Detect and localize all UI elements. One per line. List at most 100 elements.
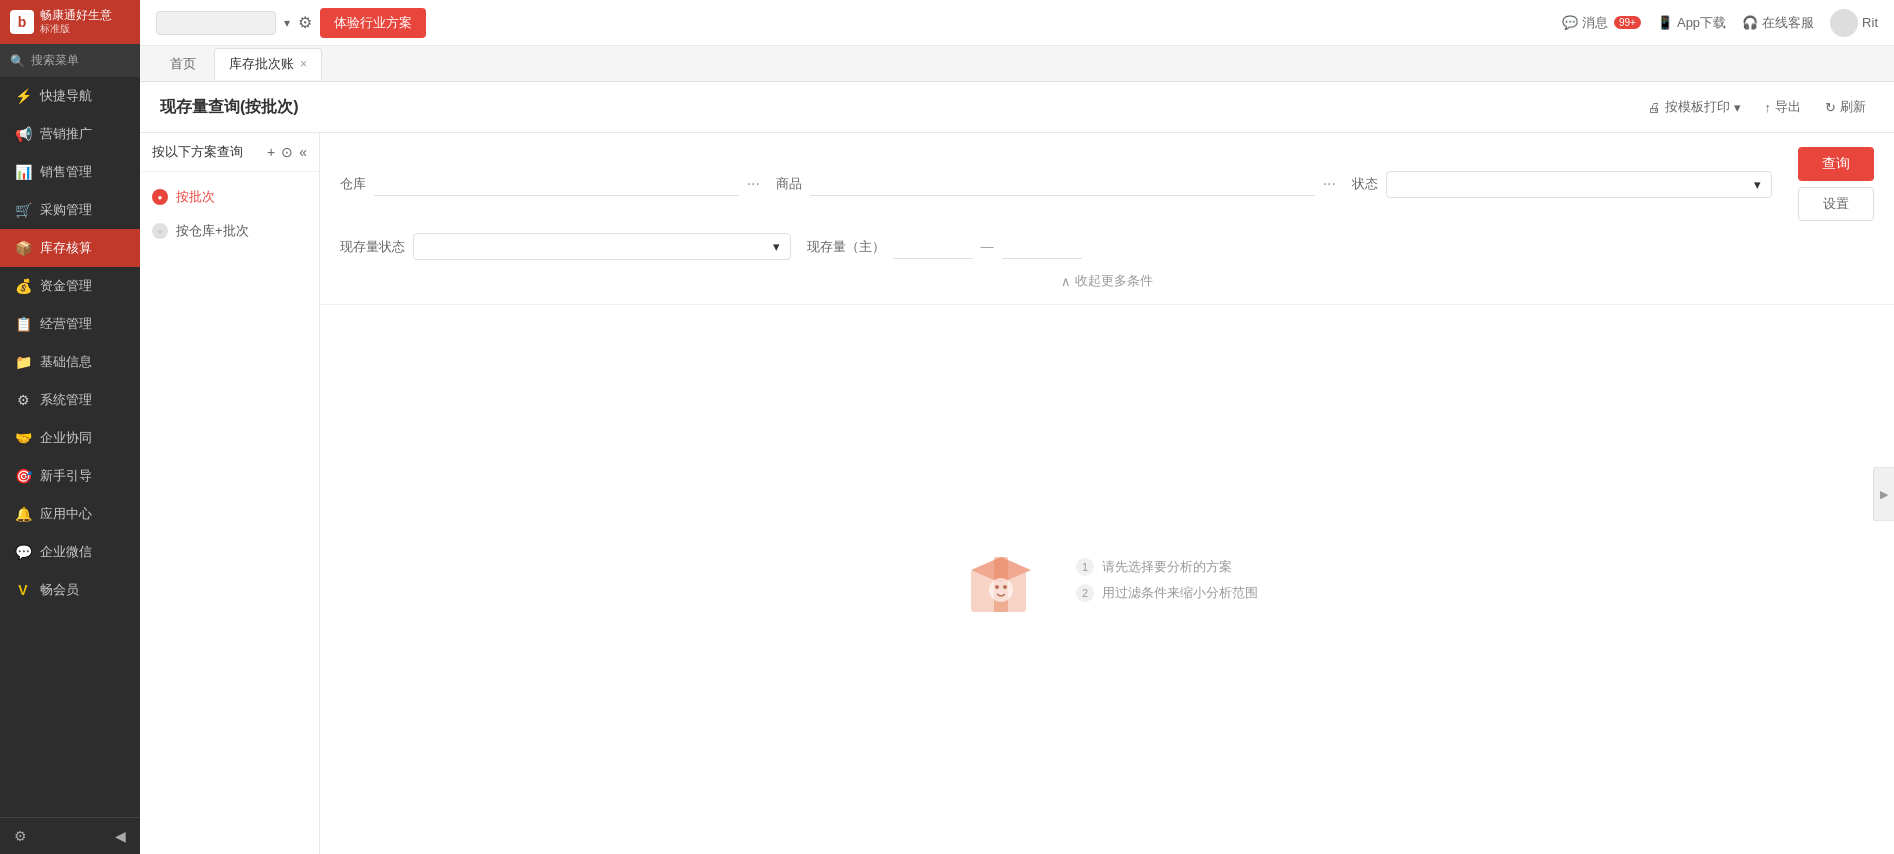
sidebar-edition: 标准版 <box>40 22 112 36</box>
page-header: 现存量查询(按批次) 🖨 按模板打印 ▾ ↑ 导出 ↻ 刷新 <box>140 82 1894 133</box>
topbar: ▾ ⚙ 体验行业方案 💬 消息 99+ 📱 App下载 🎧 在线客服 Rit <box>140 0 1894 46</box>
sidebar-item-label: 快捷导航 <box>40 87 92 105</box>
app-center-icon: 🔔 <box>14 505 32 523</box>
phone-icon: 📱 <box>1657 15 1673 30</box>
message-badge: 99+ <box>1614 16 1641 29</box>
schema-list: ● 按批次 ○ 按仓库+批次 <box>140 172 319 854</box>
product-dots[interactable]: ··· <box>1323 175 1336 193</box>
tab-home[interactable]: 首页 <box>156 49 210 79</box>
sidebar-item-sales[interactable]: 📊 销售管理 <box>0 153 140 191</box>
sidebar-item-basic-info[interactable]: 📁 基础信息 <box>0 343 140 381</box>
message-icon: 💬 <box>1562 15 1578 30</box>
topbar-gear-icon[interactable]: ⚙ <box>298 13 312 32</box>
status-filter-group: 状态 ▾ <box>1352 171 1772 198</box>
warehouse-input[interactable] <box>374 172 739 196</box>
avatar <box>1830 9 1858 37</box>
sidebar-footer: ⚙ ◀ <box>0 817 140 854</box>
settings-icon[interactable]: ⚙ <box>14 828 27 844</box>
user-item[interactable]: Rit <box>1830 9 1878 37</box>
topbar-right: 💬 消息 99+ 📱 App下载 🎧 在线客服 Rit <box>1562 9 1878 37</box>
schema-item-warehouse-batch[interactable]: ○ 按仓库+批次 <box>140 214 319 248</box>
app-download-item[interactable]: 📱 App下载 <box>1657 14 1726 32</box>
schema-item-label: 按批次 <box>176 188 215 206</box>
sidebar-item-newbie[interactable]: 🎯 新手引导 <box>0 457 140 495</box>
refresh-label: 刷新 <box>1840 98 1866 116</box>
left-panel-header: 按以下方案查询 + ⊙ « <box>140 133 319 172</box>
online-service-item[interactable]: 🎧 在线客服 <box>1742 14 1814 32</box>
add-schema-icon[interactable]: + <box>267 144 275 160</box>
export-button[interactable]: ↑ 导出 <box>1757 94 1810 120</box>
inventory-qty-from[interactable] <box>893 235 973 259</box>
inventory-qty-to[interactable] <box>1002 235 1082 259</box>
refresh-button[interactable]: ↻ 刷新 <box>1817 94 1874 120</box>
sidebar-item-inventory[interactable]: 📦 库存核算 <box>0 229 140 267</box>
purchase-icon: 🛒 <box>14 201 32 219</box>
sidebar-item-marketing[interactable]: 📢 营销推广 <box>0 115 140 153</box>
sidebar-item-label: 畅会员 <box>40 581 79 599</box>
warehouse-filter-group: 仓库 ··· <box>340 172 760 196</box>
sidebar-item-system[interactable]: ⚙ 系统管理 <box>0 381 140 419</box>
print-template-label: 按模板打印 <box>1665 98 1730 116</box>
search-label: 搜索菜单 <box>31 52 79 69</box>
sidebar-search[interactable]: 🔍 搜索菜单 <box>0 44 140 77</box>
empty-steps: 1 请先选择要分析的方案 2 用过滤条件来缩小分析范围 <box>1076 558 1258 602</box>
sidebar-item-label: 新手引导 <box>40 467 92 485</box>
sidebar-item-label: 应用中心 <box>40 505 92 523</box>
sidebar-item-quick-nav[interactable]: ⚡ 快捷导航 <box>0 77 140 115</box>
sidebar-item-label: 经营管理 <box>40 315 92 333</box>
inventory-status-select[interactable]: ▾ <box>413 233 791 260</box>
tab-inventory-batch[interactable]: 库存批次账 × <box>214 48 322 80</box>
body-area: 按以下方案查询 + ⊙ « ● 按批次 ○ 按仓库+批次 <box>140 133 1894 854</box>
tab-close-icon[interactable]: × <box>300 57 307 71</box>
newbie-icon: 🎯 <box>14 467 32 485</box>
filter-row-2: 现存量状态 ▾ 现存量（主） — <box>340 233 1874 260</box>
sidebar-header: b 畅康通好生意 标准版 <box>0 0 140 44</box>
sidebar-item-finance[interactable]: 💰 资金管理 <box>0 267 140 305</box>
sidebar-item-label: 企业协同 <box>40 429 92 447</box>
sidebar-item-purchase[interactable]: 🛒 采购管理 <box>0 191 140 229</box>
quick-nav-icon: ⚡ <box>14 87 32 105</box>
product-input[interactable] <box>810 172 1315 196</box>
trial-button[interactable]: 体验行业方案 <box>320 8 426 38</box>
collapse-more-btn[interactable]: ∧ 收起更多条件 <box>340 272 1874 290</box>
print-dropdown-icon: ▾ <box>1734 100 1741 115</box>
query-button[interactable]: 查询 <box>1798 147 1874 181</box>
empty-state-inner: 1 请先选择要分析的方案 2 用过滤条件来缩小分析范围 <box>956 535 1258 625</box>
sidebar-item-operations[interactable]: 📋 经营管理 <box>0 305 140 343</box>
empty-illustration <box>956 535 1046 625</box>
dropdown-arrow-icon[interactable]: ▾ <box>284 16 290 30</box>
settings-schema-icon[interactable]: ⊙ <box>281 144 293 160</box>
sidebar-toggle-icon[interactable]: ◀ <box>115 828 126 844</box>
print-template-button[interactable]: 🖨 按模板打印 ▾ <box>1640 94 1749 120</box>
warehouse-dots[interactable]: ··· <box>747 175 760 193</box>
inventory-status-filter-group: 现存量状态 ▾ <box>340 233 791 260</box>
right-edge-tab[interactable]: ▶ <box>1873 466 1894 521</box>
sidebar-item-label: 营销推广 <box>40 125 92 143</box>
settings-button[interactable]: 设置 <box>1798 187 1874 221</box>
sidebar-item-enterprise[interactable]: 🤝 企业协同 <box>0 419 140 457</box>
print-icon: 🖨 <box>1648 100 1661 115</box>
breadcrumb-input[interactable] <box>156 11 276 35</box>
schema-item-batch[interactable]: ● 按批次 <box>140 180 319 214</box>
empty-state: 1 请先选择要分析的方案 2 用过滤条件来缩小分析范围 <box>320 305 1894 854</box>
sidebar-item-wechat[interactable]: 💬 企业微信 <box>0 533 140 571</box>
empty-step-1: 1 请先选择要分析的方案 <box>1076 558 1258 576</box>
page-title: 现存量查询(按批次) <box>160 97 299 118</box>
sidebar-item-app-center[interactable]: 🔔 应用中心 <box>0 495 140 533</box>
enterprise-icon: 🤝 <box>14 429 32 447</box>
headset-icon: 🎧 <box>1742 15 1758 30</box>
left-panel-title: 按以下方案查询 <box>152 143 243 161</box>
tabs-bar: 首页 库存批次账 × <box>140 46 1894 82</box>
message-item[interactable]: 💬 消息 99+ <box>1562 14 1641 32</box>
svg-point-4 <box>995 585 999 589</box>
status-select[interactable]: ▾ <box>1386 171 1772 198</box>
collapse-panel-icon[interactable]: « <box>299 144 307 160</box>
left-panel: 按以下方案查询 + ⊙ « ● 按批次 ○ 按仓库+批次 <box>140 133 320 854</box>
marketing-icon: 📢 <box>14 125 32 143</box>
tab-inventory-batch-label: 库存批次账 <box>229 55 294 73</box>
filter-row-1: 仓库 ··· 商品 ··· 状态 ▾ <box>340 147 1874 221</box>
sidebar-item-member[interactable]: V 畅会员 <box>0 571 140 609</box>
step-2-num: 2 <box>1076 584 1094 602</box>
step-1-num: 1 <box>1076 558 1094 576</box>
sales-icon: 📊 <box>14 163 32 181</box>
